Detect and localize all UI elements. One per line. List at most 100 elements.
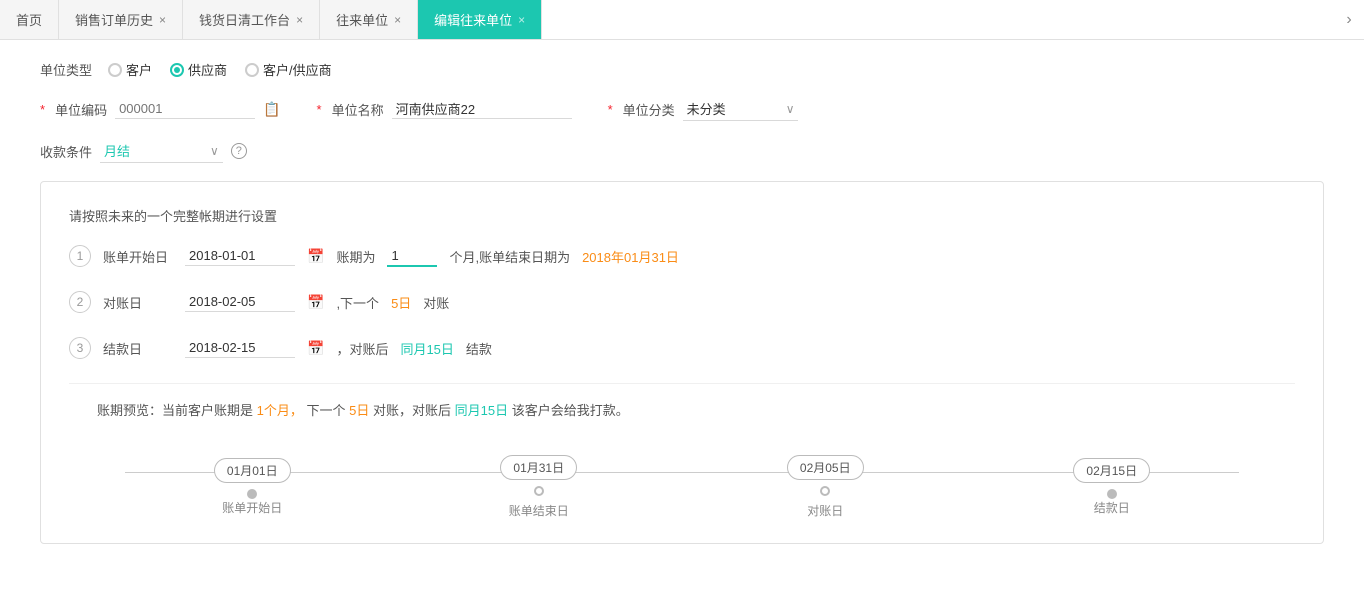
unit-classify-label: 单位分类 xyxy=(623,100,675,119)
tab-cash-work[interactable]: 钱货日清工作台 × xyxy=(183,0,320,39)
tl-node-2: 02月05日 对账日 xyxy=(682,455,969,519)
tab-more[interactable]: › xyxy=(1334,0,1364,39)
step-3-desc-prefix: ，对账后 xyxy=(336,339,388,358)
tab-edit-partner[interactable]: 编辑往来单位 × xyxy=(418,0,542,39)
payment-value: 月结 xyxy=(104,141,130,160)
unit-code-label: 单位编码 xyxy=(55,100,107,119)
preview-prefix: 账期预览：当前客户账期是 xyxy=(97,403,253,418)
tab-close-cash-work[interactable]: × xyxy=(296,13,303,27)
required-star-name: * xyxy=(317,102,322,117)
unit-name-group: * 单位名称 xyxy=(317,99,572,119)
required-star-code: * xyxy=(40,102,45,117)
timeline: 01月01日 账单开始日 01月31日 账单结束日 02月05日 对账日 02月… xyxy=(69,435,1295,519)
tab-bar: 首页 销售订单历史 × 钱货日清工作台 × 往来单位 × 编辑往来单位 × › xyxy=(0,0,1364,40)
preview-suffix: 该客户会给我打款。 xyxy=(512,403,629,418)
payment-select[interactable]: 月结 ∨ xyxy=(100,139,223,163)
unit-info-row: * 单位编码 📋 * 单位名称 * 单位分类 未分类 ∨ xyxy=(40,97,1324,121)
tl-node-3: 02月15日 结款日 xyxy=(969,458,1256,516)
tl-dot-2 xyxy=(820,486,830,496)
tl-dot-0 xyxy=(247,489,257,499)
tab-label-sales-history: 销售订单历史 xyxy=(75,10,153,29)
tab-label-partner: 往来单位 xyxy=(336,10,388,29)
step-1-date-input[interactable] xyxy=(185,246,295,266)
tab-close-sales-history[interactable]: × xyxy=(159,13,166,27)
step-3-calendar-icon[interactable]: 📅 xyxy=(307,340,324,357)
tl-pill-2: 02月05日 xyxy=(787,455,864,480)
step-1-end-date: 2018年01月31日 xyxy=(582,247,679,266)
radio-label-supplier: 供应商 xyxy=(188,60,227,79)
card-instruction: 请按照未来的一个完整帐期进行设置 xyxy=(69,206,1295,225)
step-2-desc-suffix: 对账 xyxy=(423,293,449,312)
tab-label-home: 首页 xyxy=(16,10,42,29)
tl-label-0: 账单开始日 xyxy=(222,499,282,516)
tl-pill-3: 02月15日 xyxy=(1073,458,1150,483)
step-3-desc-suffix: 结款 xyxy=(466,339,492,358)
tab-partner[interactable]: 往来单位 × xyxy=(320,0,418,39)
preview-highlight1: 1个月， xyxy=(257,403,303,418)
step-1-period-input[interactable] xyxy=(387,246,437,267)
step-1-num: 1 xyxy=(69,245,91,267)
tab-close-partner[interactable]: × xyxy=(394,13,401,27)
preview-highlight2: 5日 xyxy=(349,403,369,418)
radio-both[interactable]: 客户/供应商 xyxy=(245,60,332,79)
step-1-calendar-icon[interactable]: 📅 xyxy=(307,248,324,265)
unit-type-row: 单位类型 客户 供应商 客户/供应商 xyxy=(40,60,1324,79)
preview-text2: 对账，对账后 xyxy=(373,403,451,418)
tl-node-1: 01月31日 账单结束日 xyxy=(396,455,683,519)
payment-label: 收款条件 xyxy=(40,142,92,161)
help-icon[interactable]: ? xyxy=(231,143,247,159)
step-3-row: 3 结款日 📅 ，对账后 同月15日 结款 xyxy=(69,337,1295,359)
radio-circle-customer xyxy=(108,63,122,77)
tl-label-1: 账单结束日 xyxy=(509,502,569,519)
radio-label-customer: 客户 xyxy=(126,60,152,79)
unit-type-label: 单位类型 xyxy=(40,60,92,79)
page-content: 单位类型 客户 供应商 客户/供应商 * 单位编码 📋 * 单位名称 xyxy=(0,40,1364,608)
tl-pill-1: 01月31日 xyxy=(500,455,577,480)
tab-label-cash-work: 钱货日清工作台 xyxy=(199,10,290,29)
setting-card: 请按照未来的一个完整帐期进行设置 1 账单开始日 📅 账期为 个月,账单结束日期… xyxy=(40,181,1324,544)
step-2-desc-highlight: 5日 xyxy=(391,293,411,312)
step-2-label: 对账日 xyxy=(103,293,173,312)
payment-arrow-icon: ∨ xyxy=(210,144,219,158)
radio-label-both: 客户/供应商 xyxy=(263,60,332,79)
step-3-label: 结款日 xyxy=(103,339,173,358)
payment-row: 收款条件 月结 ∨ ? xyxy=(40,139,1324,163)
preview-highlight3: 同月15日 xyxy=(455,403,508,418)
step-1-period-suffix: 个月,账单结束日期为 xyxy=(449,247,570,266)
step-2-date-input[interactable] xyxy=(185,292,295,312)
radio-supplier[interactable]: 供应商 xyxy=(170,60,227,79)
preview-text1: 下一个 xyxy=(307,403,346,418)
step-3-num: 3 xyxy=(69,337,91,359)
radio-circle-supplier xyxy=(170,63,184,77)
step-1-row: 1 账单开始日 📅 账期为 个月,账单结束日期为 2018年01月31日 xyxy=(69,245,1295,267)
radio-customer[interactable]: 客户 xyxy=(108,60,152,79)
step-3-desc-highlight: 同月15日 xyxy=(400,339,453,358)
tl-label-3: 结款日 xyxy=(1094,499,1130,516)
tl-dot-3 xyxy=(1107,489,1117,499)
classify-arrow-icon: ∨ xyxy=(786,102,795,116)
step-2-row: 2 对账日 📅 ,下一个 5日 对账 xyxy=(69,291,1295,313)
tab-sales-history[interactable]: 销售订单历史 × xyxy=(59,0,183,39)
tl-label-2: 对账日 xyxy=(807,502,843,519)
radio-circle-both xyxy=(245,63,259,77)
tl-pill-0: 01月01日 xyxy=(214,458,291,483)
step-1-period-prefix: 账期为 xyxy=(336,247,375,266)
unit-name-label: 单位名称 xyxy=(332,100,384,119)
classify-select[interactable]: 未分类 ∨ xyxy=(683,97,799,121)
step-1-label: 账单开始日 xyxy=(103,247,173,266)
tab-home[interactable]: 首页 xyxy=(0,0,59,39)
unit-name-input[interactable] xyxy=(392,99,572,119)
step-3-date-input[interactable] xyxy=(185,338,295,358)
tl-dot-1 xyxy=(534,486,544,496)
step-2-calendar-icon[interactable]: 📅 xyxy=(307,294,324,311)
preview-section: 账期预览：当前客户账期是 1个月， 下一个 5日 对账，对账后 同月15日 该客… xyxy=(69,383,1295,435)
copy-icon[interactable]: 📋 xyxy=(263,101,280,118)
radio-group: 客户 供应商 客户/供应商 xyxy=(108,60,332,79)
tab-label-edit-partner: 编辑往来单位 xyxy=(434,10,512,29)
unit-code-group: * 单位编码 📋 xyxy=(40,99,281,119)
unit-code-input[interactable] xyxy=(115,99,255,119)
unit-classify-group: * 单位分类 未分类 ∨ xyxy=(608,97,799,121)
tab-close-edit-partner[interactable]: × xyxy=(518,13,525,27)
required-star-classify: * xyxy=(608,102,613,117)
step-2-desc-prefix: ,下一个 xyxy=(336,293,379,312)
